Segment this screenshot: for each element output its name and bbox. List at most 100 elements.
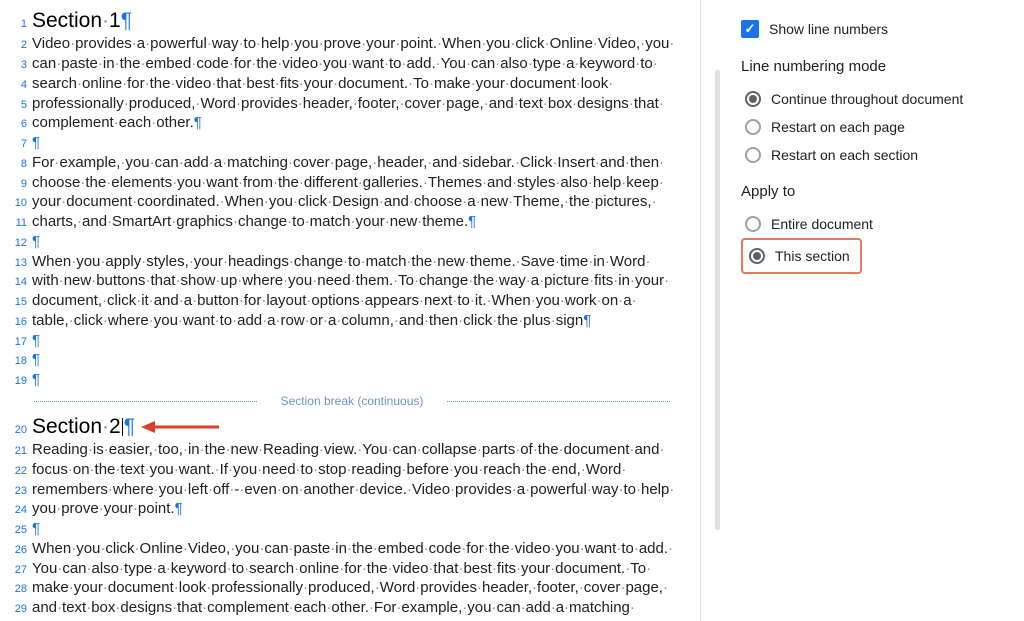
line-number: 1 [10,18,32,32]
apply-option[interactable]: This section [745,242,854,270]
apply-to-group: Entire document This section [741,210,1008,274]
line-text[interactable]: ¶ [32,332,40,351]
document-line[interactable]: 13When·you·apply·styles,·your·headings·c… [10,253,670,272]
line-text[interactable]: choose·the·elements·you·want·from·the·di… [32,174,664,193]
line-number: 9 [10,178,32,192]
document-line[interactable]: 14with·new·buttons·that·show·up·where·yo… [10,272,670,291]
document-line[interactable]: 24you·prove·your·point.¶ [10,500,670,519]
document-line[interactable]: 9choose·the·elements·you·want·from·the·d… [10,174,670,193]
line-text[interactable]: table,·click·where·you·want·to·add·a·row… [32,312,591,331]
document-line[interactable]: 2Video·provides·a·powerful·way·to·help·y… [10,35,670,54]
line-number: 24 [10,504,32,518]
line-number: 6 [10,118,32,132]
line-number: 5 [10,99,32,113]
line-number: 23 [10,485,32,499]
document-line[interactable]: 23remembers·where·you·left·off·-·even·on… [10,481,670,500]
line-text[interactable]: focus·on·the·text·you·want.·If·you·need·… [32,461,626,480]
checkbox-checked-icon: ✓ [741,20,759,38]
line-text[interactable]: remembers·where·you·left·off·-·even·on·a… [32,481,674,500]
line-text[interactable]: with·new·buttons·that·show·up·where·you·… [32,272,669,291]
line-number: 10 [10,197,32,211]
line-numbering-mode-title: Line numbering mode [741,58,1008,75]
line-number: 29 [10,603,32,617]
line-number: 8 [10,158,32,172]
line-number: 28 [10,583,32,597]
line-number: 20 [10,424,32,438]
document-line[interactable]: 5professionally·produced,·Word·provides·… [10,95,670,114]
line-text[interactable]: you·prove·your·point.¶ [32,500,183,519]
document-line[interactable]: 16table,·click·where·you·want·to·add·a·r… [10,312,670,331]
line-text[interactable]: Section·2¶ [32,414,221,440]
document-line[interactable]: 26When·you·click·Online·Video,·you·can·p… [10,540,670,559]
radio-icon [745,216,761,232]
apply-option[interactable]: Entire document [741,210,1008,238]
radio-icon [745,91,761,107]
line-text[interactable]: ¶ [32,520,40,539]
annotation-arrow-icon [141,419,221,435]
document-line[interactable]: 4search·online·for·the·video·that·best·f… [10,75,670,94]
mode-option-label: Continue throughout document [771,91,963,107]
document-line[interactable]: 27You·can·also·type·a·keyword·to·search·… [10,560,670,579]
document-editor[interactable]: 1Section·1¶2Video·provides·a·powerful·wa… [0,0,700,621]
mode-option[interactable]: Continue throughout document [741,85,1008,113]
line-text[interactable]: Section·1¶ [32,8,132,34]
line-text[interactable]: Reading·is·easier,·too,·in·the·new·Readi… [32,441,664,460]
line-text[interactable]: When·you·click·Online·Video,·you·can·pas… [32,540,673,559]
mode-option[interactable]: Restart on each page [741,113,1008,141]
document-line[interactable]: 25¶ [10,520,670,539]
document-line[interactable]: 11charts,·and·SmartArt·graphics·change·t… [10,213,670,232]
document-line[interactable]: 29and·text·box·designs·that·complement·e… [10,599,670,618]
document-lines: 1Section·1¶2Video·provides·a·powerful·wa… [10,8,670,621]
sidebar-scrollbar[interactable] [715,70,720,530]
mode-option-label: Restart on each page [771,119,905,135]
line-text[interactable]: When·you·apply·styles,·your·headings·cha… [32,253,650,272]
line-text[interactable]: charts,·and·SmartArt·graphics·change·to·… [32,213,476,232]
section-break-indicator: Section break (continuous) [34,394,670,408]
line-number: 11 [10,217,32,231]
highlighted-option: This section [741,238,862,274]
line-number: 25 [10,524,32,538]
show-line-numbers-label: Show line numbers [769,21,888,37]
line-text[interactable]: ¶ [32,134,40,153]
line-number: 7 [10,138,32,152]
document-line[interactable]: 20Section·2¶ [10,414,670,440]
document-line[interactable]: 10your·document·coordinated.·When·you·cl… [10,193,670,212]
document-line[interactable]: 21Reading·is·easier,·too,·in·the·new·Rea… [10,441,670,460]
line-text[interactable]: For·example,·you·can·add·a·matching·cove… [32,154,664,173]
line-text[interactable]: can·paste·in·the·embed·code·for·the·vide… [32,55,658,74]
line-numbers-sidebar: ✓ Show line numbers Line numbering mode … [700,0,1024,621]
document-line[interactable]: 1Section·1¶ [10,8,670,34]
document-line[interactable]: 19¶ [10,371,670,390]
line-text[interactable]: You·can·also·type·a·keyword·to·search·on… [32,560,651,579]
line-text[interactable]: make·your·document·look·professionally·p… [32,579,668,598]
document-line[interactable]: 7¶ [10,134,670,153]
apply-to-title: Apply to [741,183,1008,200]
document-line[interactable]: 17¶ [10,332,670,351]
line-text[interactable]: and·text·box·designs·that·complement·eac… [32,599,635,618]
line-number: 17 [10,336,32,350]
document-line[interactable]: 22focus·on·the·text·you·want.·If·you·nee… [10,461,670,480]
line-text[interactable]: ¶ [32,351,40,370]
document-line[interactable]: 3can·paste·in·the·embed·code·for·the·vid… [10,55,670,74]
document-line[interactable]: 8For·example,·you·can·add·a·matching·cov… [10,154,670,173]
document-line[interactable]: 6complement·each·other.¶ [10,114,670,133]
line-text[interactable]: your·document·coordinated.·When·you·clic… [32,193,657,212]
line-text[interactable]: ¶ [32,233,40,252]
document-line[interactable]: 18¶ [10,351,670,370]
show-line-numbers-checkbox[interactable]: ✓ Show line numbers [741,20,1008,38]
line-text[interactable]: Video·provides·a·powerful·way·to·help·yo… [32,35,674,54]
line-number: 2 [10,39,32,53]
line-text[interactable]: complement·each·other.¶ [32,114,202,133]
document-line[interactable]: 12¶ [10,233,670,252]
line-text[interactable]: document,·click·it·and·a·button·for·layo… [32,292,637,311]
line-text[interactable]: ¶ [32,371,40,390]
line-number: 18 [10,355,32,369]
document-line[interactable]: 15document,·click·it·and·a·button·for·la… [10,292,670,311]
line-numbering-mode-group: Continue throughout document Restart on e… [741,85,1008,169]
document-line[interactable]: 28make·your·document·look·professionally… [10,579,670,598]
line-text[interactable]: search·online·for·the·video·that·best·fi… [32,75,613,94]
line-number: 16 [10,316,32,330]
line-text[interactable]: professionally·produced,·Word·provides·h… [32,95,664,114]
mode-option[interactable]: Restart on each section [741,141,1008,169]
line-number: 3 [10,59,32,73]
